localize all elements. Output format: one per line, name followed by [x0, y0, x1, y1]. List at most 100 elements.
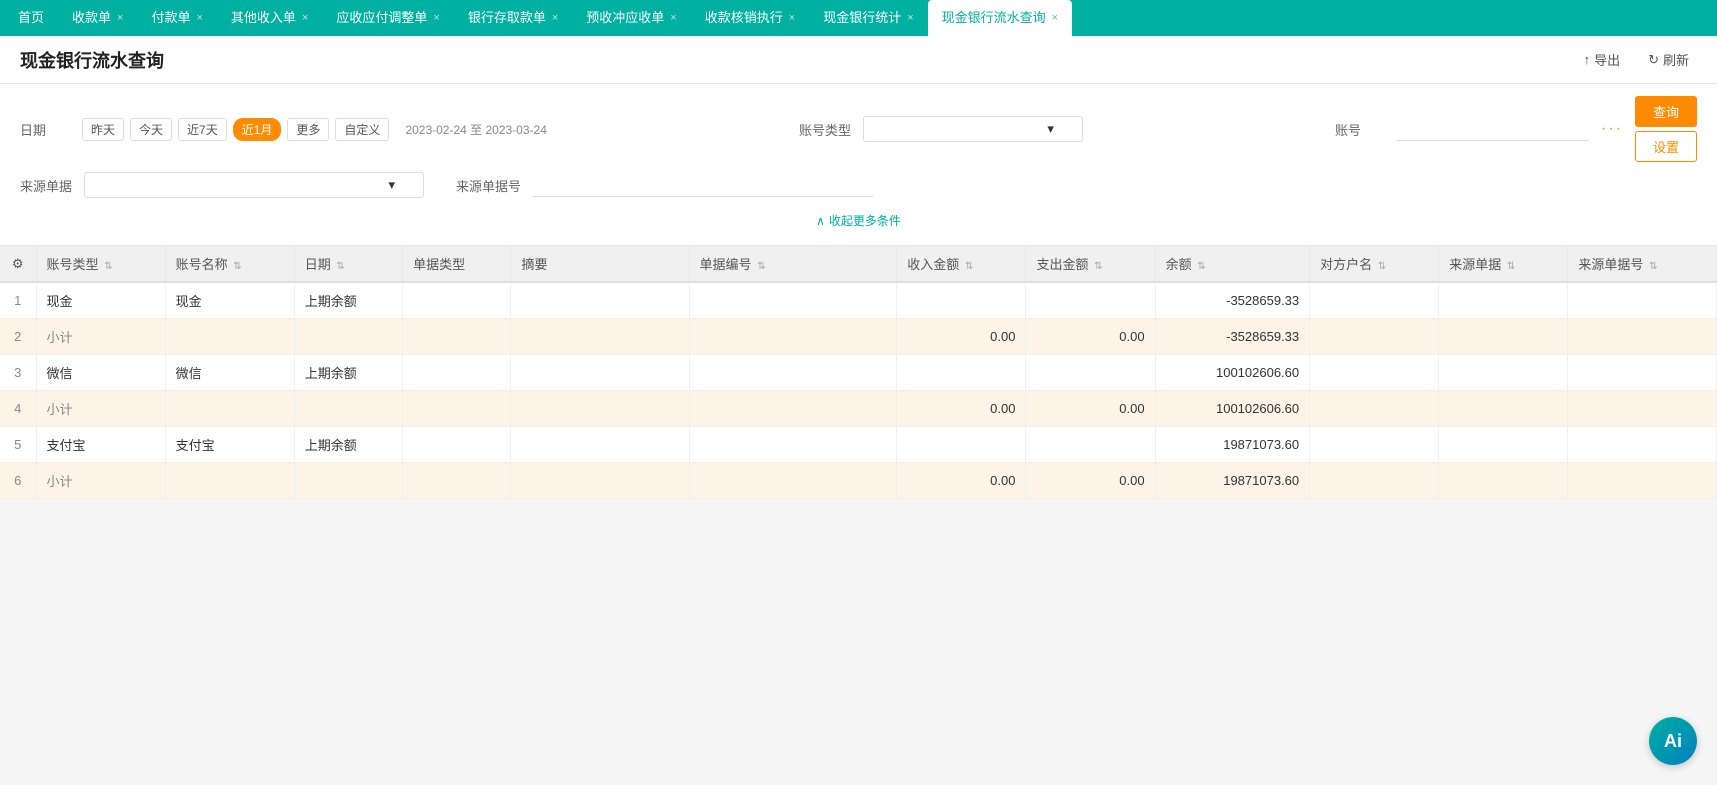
- cell-date: 上期余额: [294, 427, 402, 463]
- data-table: ⚙ 账号类型 ⇅ 账号名称 ⇅ 日期 ⇅ 单据类型 摘要 单据编号 ⇅ 收入金额…: [0, 246, 1717, 499]
- date-btn-7days[interactable]: 近7天: [178, 118, 227, 141]
- header-actions: ↑ 导出 ↻ 刷新: [1576, 46, 1697, 73]
- cell-expense: [1026, 282, 1155, 319]
- export-icon: ↑: [1584, 52, 1591, 67]
- table-row: 2小计0.000.00-3528659.33: [0, 319, 1717, 355]
- cell-income: [897, 355, 1026, 391]
- settings-button[interactable]: 设置: [1635, 131, 1697, 162]
- close-icon[interactable]: ×: [196, 0, 202, 36]
- col-counterpart[interactable]: 对方户名 ⇅: [1310, 246, 1439, 282]
- cell-income: [897, 427, 1026, 463]
- cell-income: 0.00: [897, 391, 1026, 427]
- cell-source-doc-no: [1568, 282, 1717, 319]
- account-input[interactable]: [1397, 117, 1589, 141]
- cell-balance: -3528659.33: [1155, 319, 1310, 355]
- col-account-type[interactable]: 账号类型 ⇅: [36, 246, 165, 282]
- cell-source-doc-no: [1568, 427, 1717, 463]
- account-dots-button[interactable]: ···: [1601, 120, 1623, 138]
- nav-tab-4[interactable]: 银行存取款单 ×: [454, 0, 572, 36]
- filter-row-2: 来源单据 ▾ 来源单据号: [20, 172, 1697, 198]
- table-row: 5支付宝支付宝上期余额19871073.60: [0, 427, 1717, 463]
- table-row: 4小计0.000.00100102606.60: [0, 391, 1717, 427]
- date-filter-label: 日期: [20, 120, 70, 139]
- query-button[interactable]: 查询: [1635, 96, 1697, 127]
- cell-doc-no: [689, 319, 897, 355]
- cell-source-doc: [1439, 319, 1568, 355]
- close-icon[interactable]: ×: [117, 0, 123, 36]
- account-type-select[interactable]: ▾: [863, 116, 1083, 142]
- filter-row-1: 日期 昨天 今天 近7天 近1月 更多 自定义 2023-02-24 至 202…: [20, 96, 1697, 162]
- col-doc-no[interactable]: 单据编号 ⇅: [689, 246, 897, 282]
- chevron-down-icon-2: ▾: [388, 177, 395, 193]
- close-icon[interactable]: ×: [789, 0, 795, 36]
- col-date[interactable]: 日期 ⇅: [294, 246, 402, 282]
- date-btn-today[interactable]: 今天: [130, 118, 172, 141]
- cell-source-doc-no: [1568, 391, 1717, 427]
- cell-date: [294, 391, 402, 427]
- nav-tab-0[interactable]: 收款单 ×: [58, 0, 137, 36]
- source-doc-select[interactable]: ▾: [84, 172, 424, 198]
- close-icon[interactable]: ×: [907, 0, 913, 36]
- collapse-more-btn[interactable]: ∧ 收起更多条件: [20, 208, 1697, 233]
- cell-date: 上期余额: [294, 282, 402, 319]
- col-doc-type[interactable]: 单据类型: [403, 246, 511, 282]
- refresh-icon: ↻: [1648, 52, 1659, 68]
- date-btn-1month[interactable]: 近1月: [233, 118, 282, 141]
- col-source-doc[interactable]: 来源单据 ⇅: [1439, 246, 1568, 282]
- date-btn-more[interactable]: 更多: [287, 118, 329, 141]
- cell-summary: [511, 391, 689, 427]
- refresh-button[interactable]: ↻ 刷新: [1640, 46, 1697, 73]
- date-range-display: 2023-02-24 至 2023-03-24: [405, 121, 546, 138]
- date-btn-yesterday[interactable]: 昨天: [82, 118, 124, 141]
- cell-account-name: 现金: [165, 282, 294, 319]
- cell-account-type: 小计: [36, 319, 165, 355]
- cell-summary: [511, 319, 689, 355]
- source-doc-no-input[interactable]: [533, 173, 873, 197]
- col-summary[interactable]: 摘要: [511, 246, 689, 282]
- cell-date: [294, 319, 402, 355]
- col-settings[interactable]: ⚙: [0, 246, 36, 282]
- col-source-doc-no[interactable]: 来源单据号 ⇅: [1568, 246, 1717, 282]
- close-icon[interactable]: ×: [433, 0, 439, 36]
- nav-tab-1[interactable]: 付款单 ×: [137, 0, 216, 36]
- table-header-row: ⚙ 账号类型 ⇅ 账号名称 ⇅ 日期 ⇅ 单据类型 摘要 单据编号 ⇅ 收入金额…: [0, 246, 1717, 282]
- table-row: 6小计0.000.0019871073.60: [0, 463, 1717, 499]
- cell-doc-type: [403, 427, 511, 463]
- cell-summary: [511, 427, 689, 463]
- cell-account-type: 小计: [36, 391, 165, 427]
- nav-tab-5[interactable]: 预收冲应收单 ×: [572, 0, 690, 36]
- close-icon[interactable]: ×: [302, 0, 308, 36]
- nav-tab-7[interactable]: 现金银行统计 ×: [809, 0, 927, 36]
- row-index: 5: [0, 427, 36, 463]
- cell-expense: 0.00: [1026, 463, 1155, 499]
- cell-account-name: [165, 463, 294, 499]
- account-type-label: 账号类型: [799, 120, 851, 139]
- date-btn-custom[interactable]: 自定义: [335, 118, 389, 141]
- cell-source-doc: [1439, 427, 1568, 463]
- nav-tab-2[interactable]: 其他收入单 ×: [217, 0, 322, 36]
- export-button[interactable]: ↑ 导出: [1576, 46, 1629, 73]
- table-row: 1现金现金上期余额-3528659.33: [0, 282, 1717, 319]
- table-row: 3微信微信上期余额100102606.60: [0, 355, 1717, 391]
- chevron-down-icon: ▾: [1047, 121, 1054, 137]
- col-balance[interactable]: 余额 ⇅: [1155, 246, 1310, 282]
- close-icon[interactable]: ×: [670, 0, 676, 36]
- nav-tab-6[interactable]: 收款核销执行 ×: [691, 0, 809, 36]
- data-table-container: ⚙ 账号类型 ⇅ 账号名称 ⇅ 日期 ⇅ 单据类型 摘要 单据编号 ⇅ 收入金额…: [0, 246, 1717, 499]
- cell-income: 0.00: [897, 463, 1026, 499]
- filter-area: 日期 昨天 今天 近7天 近1月 更多 自定义 2023-02-24 至 202…: [0, 84, 1717, 246]
- close-icon[interactable]: ×: [1052, 0, 1058, 36]
- nav-home[interactable]: 首页: [4, 0, 58, 36]
- col-expense[interactable]: 支出金额 ⇅: [1026, 246, 1155, 282]
- cell-doc-no: [689, 391, 897, 427]
- cell-expense: 0.00: [1026, 391, 1155, 427]
- col-income[interactable]: 收入金额 ⇅: [897, 246, 1026, 282]
- cell-balance: 19871073.60: [1155, 427, 1310, 463]
- cell-source-doc-no: [1568, 319, 1717, 355]
- nav-tab-8[interactable]: 现金银行流水查询 ×: [928, 0, 1072, 36]
- col-account-name[interactable]: 账号名称 ⇅: [165, 246, 294, 282]
- close-icon[interactable]: ×: [552, 0, 558, 36]
- cell-doc-no: [689, 463, 897, 499]
- ai-assistant-button[interactable]: Ai: [1649, 717, 1697, 765]
- nav-tab-3[interactable]: 应收应付调整单 ×: [322, 0, 453, 36]
